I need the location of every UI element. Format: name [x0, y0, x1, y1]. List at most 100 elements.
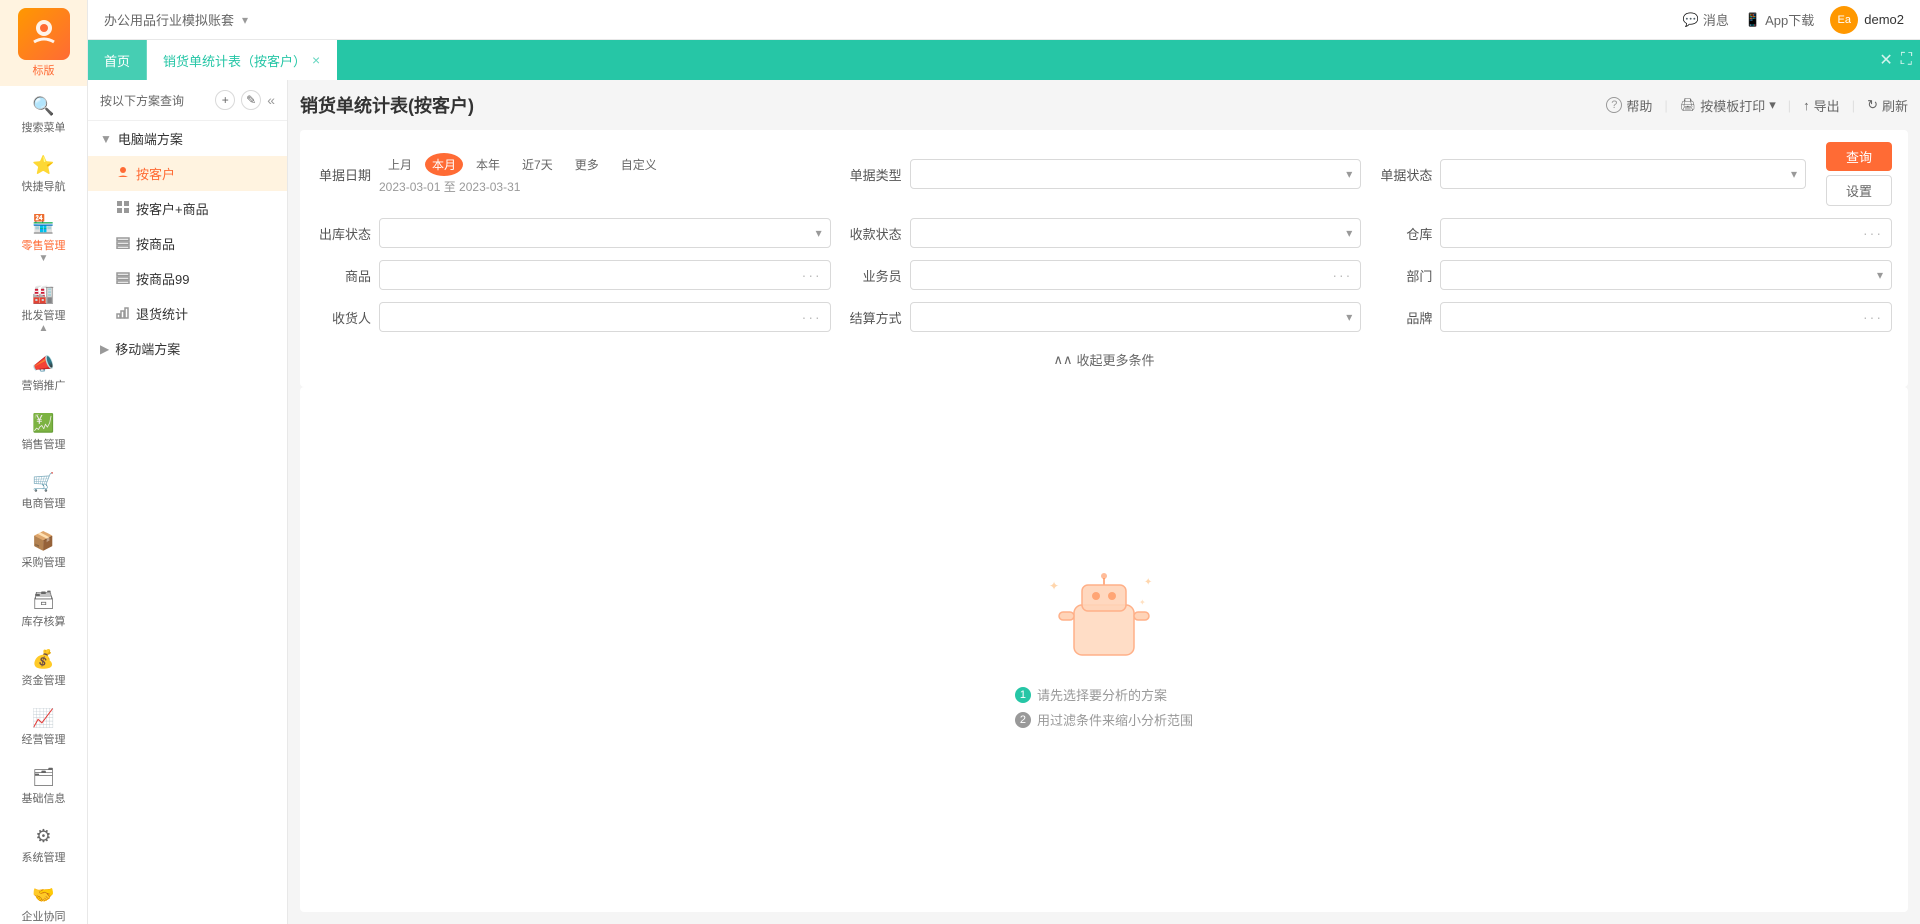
- sidebar-item-enterprise[interactable]: 🤝 企业协同: [0, 875, 87, 924]
- scheme-collapse-btn[interactable]: «: [267, 92, 275, 108]
- scheme-item-by-goods-99[interactable]: 按商品99: [88, 261, 287, 296]
- scheme-item-by-customer[interactable]: 按客户: [88, 156, 287, 191]
- tab-sales-stats[interactable]: 销货单统计表（按客户） ×: [147, 40, 337, 80]
- username-label: demo2: [1864, 12, 1904, 27]
- sidebar-item-marketing[interactable]: 📣 营销推广: [0, 344, 87, 403]
- retail-icon: 🏪: [32, 214, 54, 235]
- department-select[interactable]: ▾: [1440, 260, 1892, 290]
- payment-status-field: 收款状态 ▾: [847, 218, 1362, 248]
- sidebar-item-wholesale[interactable]: 🏭 批发管理 ▲: [0, 274, 87, 344]
- mobile-arrow-icon: ▶: [100, 342, 109, 356]
- refresh-label: 刷新: [1882, 96, 1908, 115]
- by-goods-99-icon: [116, 270, 130, 287]
- scheme-edit-btn[interactable]: ✎: [241, 90, 261, 110]
- doc-type-field: 单据类型 ▾: [847, 159, 1362, 189]
- tab-home[interactable]: 首页: [88, 40, 147, 80]
- settings-button[interactable]: 设置: [1826, 175, 1892, 206]
- scheme-group-desktop-header[interactable]: ▼ 电脑端方案: [88, 121, 287, 156]
- sidebar-item-wholesale-label: 批发管理: [22, 307, 66, 323]
- scheme-item-by-customer-goods[interactable]: 按客户+商品: [88, 191, 287, 226]
- scheme-item-by-goods[interactable]: 按商品: [88, 226, 287, 261]
- sidebar-item-system[interactable]: ⚙ 系统管理: [0, 816, 87, 875]
- date-filter-field: 单据日期 上月 本月 本年 近7天 更多 自定义 20: [316, 153, 831, 195]
- scheme-panel-actions: + ✎ «: [215, 90, 275, 110]
- salesperson-label: 业务员: [847, 266, 902, 285]
- scheme-item-return-stats[interactable]: 退货统计: [88, 296, 287, 331]
- sidebar-item-purchase[interactable]: 📦 采购管理: [0, 521, 87, 580]
- settlement-select[interactable]: ▾: [910, 302, 1362, 332]
- basic-icon: 🗂: [32, 767, 55, 788]
- empty-state: ✦ ✦ ✦ 1 请先选择要分析的方案 2 用过滤条件来缩小分析范围: [300, 387, 1908, 912]
- app-logo[interactable]: 标版: [0, 0, 87, 86]
- receiver-select[interactable]: ···: [379, 302, 831, 332]
- sidebar-item-system-label: 系统管理: [22, 849, 66, 865]
- goods-select[interactable]: ···: [379, 260, 831, 290]
- collapse-row[interactable]: ∧∧ 收起更多条件: [316, 344, 1892, 375]
- return-stats-label: 退货统计: [136, 304, 275, 323]
- by-customer-goods-icon: [116, 200, 130, 217]
- close-window-btn[interactable]: ✕: [1879, 50, 1892, 70]
- message-action[interactable]: 💬 消息: [1683, 10, 1729, 29]
- by-customer-goods-label: 按客户+商品: [136, 199, 275, 218]
- header-dropdown-icon[interactable]: ▾: [242, 13, 248, 27]
- sidebar-item-inventory[interactable]: 🗃 库存核算: [0, 580, 87, 639]
- settlement-control: ▾: [910, 302, 1362, 332]
- ecommerce-icon: 🛒: [32, 472, 54, 493]
- help-label: 帮助: [1626, 96, 1652, 115]
- date-btn-last7[interactable]: 近7天: [513, 153, 562, 176]
- export-action[interactable]: ↑ 导出: [1803, 96, 1840, 115]
- sidebar-item-ecommerce-label: 电商管理: [22, 495, 66, 511]
- main-content: 销货单统计表(按客户) ? 帮助 | 🖨 按模板打印 ▾ |: [288, 80, 1920, 924]
- refresh-action[interactable]: ↻ 刷新: [1867, 96, 1908, 115]
- out-status-select[interactable]: ▾: [379, 218, 831, 248]
- goods-field: 商品 ···: [316, 260, 831, 290]
- sidebar-item-sales[interactable]: 💹 销售管理: [0, 403, 87, 462]
- payment-status-select[interactable]: ▾: [910, 218, 1362, 248]
- settlement-dropdown-icon: ▾: [1346, 310, 1352, 324]
- goods-control: ···: [379, 260, 831, 290]
- brand-field: 品牌 ···: [1377, 302, 1892, 332]
- retail-arrow: ▼: [39, 253, 49, 264]
- print-action[interactable]: 🖨 按模板打印 ▾: [1680, 96, 1776, 115]
- date-btn-this-month[interactable]: 本月: [425, 153, 463, 176]
- doc-status-select[interactable]: ▾: [1440, 159, 1806, 189]
- date-btn-custom[interactable]: 自定义: [612, 153, 666, 176]
- receiver-field: 收货人 ···: [316, 302, 831, 332]
- date-btn-more[interactable]: 更多: [566, 153, 608, 176]
- scheme-add-btn[interactable]: +: [215, 90, 235, 110]
- header-right: 💬 消息 📱 App下载 Ea demo2: [1683, 6, 1904, 34]
- query-button[interactable]: 查询: [1826, 142, 1892, 171]
- tab-close-icon[interactable]: ×: [312, 52, 320, 68]
- doc-type-control: ▾: [910, 159, 1362, 189]
- sidebar-item-finance[interactable]: 💰 资金管理: [0, 639, 87, 698]
- collapse-label: 收起更多条件: [1077, 350, 1155, 369]
- finance-icon: 💰: [32, 649, 54, 670]
- sidebar-item-marketing-label: 营销推广: [22, 377, 66, 393]
- warehouse-select[interactable]: ···: [1440, 218, 1892, 248]
- brand-select[interactable]: ···: [1440, 302, 1892, 332]
- salesperson-dots: ···: [1332, 267, 1352, 283]
- salesperson-select[interactable]: ···: [910, 260, 1362, 290]
- date-btn-this-year[interactable]: 本年: [467, 153, 509, 176]
- sidebar-item-operations[interactable]: 📈 经营管理: [0, 698, 87, 757]
- sidebar-item-basic[interactable]: 🗂 基础信息: [0, 757, 87, 816]
- sidebar-item-quicknav[interactable]: ⭐ 快捷导航: [0, 145, 87, 204]
- sidebar-item-ecommerce[interactable]: 🛒 电商管理: [0, 462, 87, 521]
- help-icon: ?: [1606, 97, 1622, 113]
- quicknav-icon: ⭐: [32, 155, 54, 176]
- payment-status-label: 收款状态: [847, 224, 902, 243]
- scheme-group-mobile-header[interactable]: ▶ 移动端方案: [88, 331, 287, 366]
- purchase-icon: 📦: [32, 531, 54, 552]
- sidebar-item-search[interactable]: 🔍 搜索菜单: [0, 86, 87, 145]
- payment-status-dropdown-icon: ▾: [1346, 226, 1352, 240]
- date-btn-last-month[interactable]: 上月: [379, 153, 421, 176]
- department-control: ▾: [1440, 260, 1892, 290]
- user-profile[interactable]: Ea demo2: [1830, 6, 1904, 34]
- page-title: 销货单统计表(按客户): [300, 92, 474, 118]
- doc-type-select[interactable]: ▾: [910, 159, 1362, 189]
- sidebar-item-retail[interactable]: 🏪 零售管理 ▼: [0, 204, 87, 274]
- app-download-action[interactable]: 📱 App下载: [1745, 10, 1814, 29]
- receiver-label: 收货人: [316, 308, 371, 327]
- maximize-btn[interactable]: ⛶: [1901, 51, 1912, 69]
- help-action[interactable]: ? 帮助: [1606, 96, 1652, 115]
